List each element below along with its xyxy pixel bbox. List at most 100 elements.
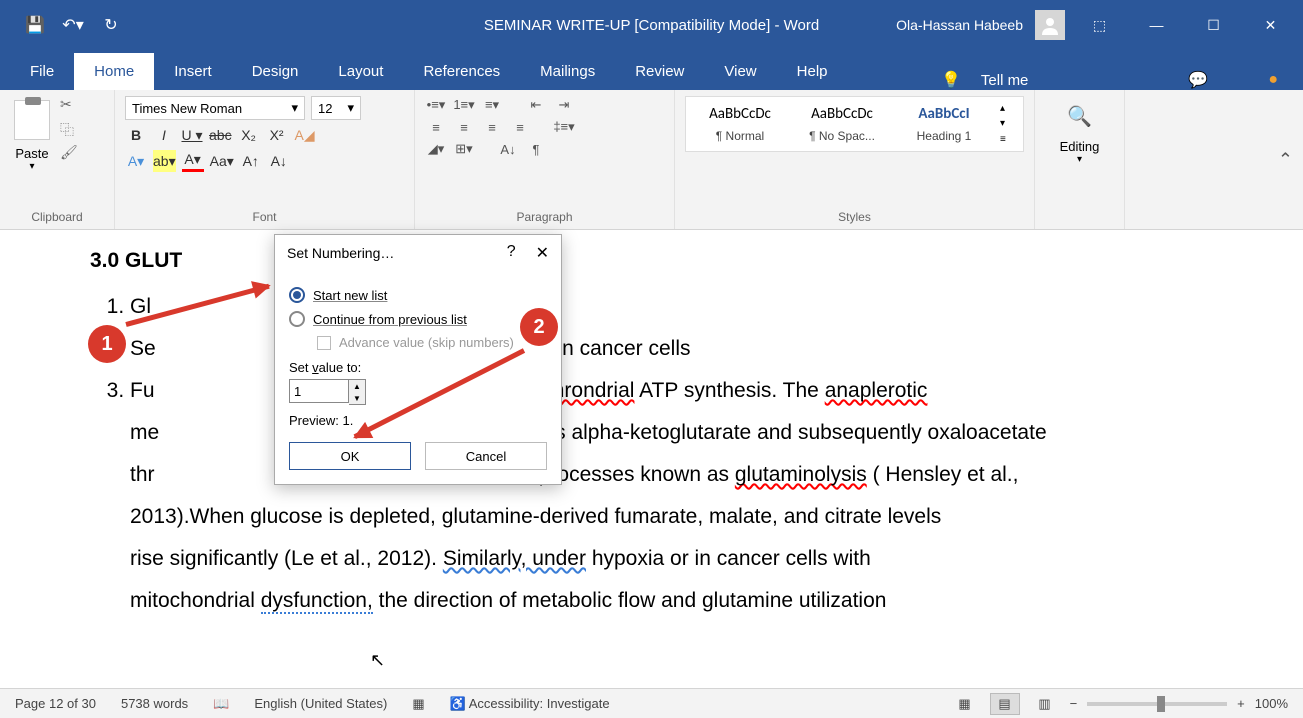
maximize-icon[interactable]: ☐ (1191, 10, 1236, 40)
sort-button[interactable]: A↓ (497, 140, 519, 158)
tab-layout[interactable]: Layout (318, 53, 403, 90)
value-input[interactable] (289, 379, 349, 403)
font-color-icon[interactable]: A▾ (182, 150, 204, 172)
zoom-in-button[interactable]: + (1237, 696, 1245, 711)
dialog-close-icon[interactable]: ✕ (536, 243, 549, 263)
close-icon[interactable]: ✕ (1248, 10, 1293, 40)
bullets-button[interactable]: •≡▾ (425, 96, 447, 114)
ok-button[interactable]: OK (289, 442, 411, 470)
align-right-button[interactable]: ≡ (481, 118, 503, 136)
paste-button[interactable]: Paste ▾ (10, 96, 54, 176)
shading-button[interactable]: ◢▾ (425, 140, 447, 158)
strikethrough-button[interactable]: abc (209, 124, 232, 146)
print-layout-icon[interactable]: ▤ (990, 693, 1020, 715)
macro-icon[interactable]: ▦ (412, 696, 424, 712)
copy-icon[interactable]: ⿻ (60, 120, 78, 138)
cut-icon[interactable]: ✂ (60, 96, 78, 114)
show-marks-button[interactable]: ¶ (525, 140, 547, 158)
redo-icon[interactable]: ↻ (101, 15, 121, 35)
undo-icon[interactable]: ↶▾ (63, 15, 83, 35)
styles-group-label: Styles (685, 210, 1024, 227)
tab-review[interactable]: Review (615, 53, 704, 90)
title-bar: 💾 ↶▾ ↻ SEMINAR WRITE-UP [Compatibility M… (0, 0, 1303, 50)
text-effects-icon[interactable]: A▾ (125, 150, 147, 172)
styles-up-icon[interactable]: ▴ (1000, 103, 1006, 114)
word-count[interactable]: 5738 words (121, 696, 188, 711)
tell-me-input[interactable]: Tell me (981, 72, 1029, 89)
subscript-button[interactable]: X₂ (238, 124, 260, 146)
cancel-button[interactable]: Cancel (425, 442, 547, 470)
justify-button[interactable]: ≡ (509, 118, 531, 136)
ribbon-tabs: File Home Insert Design Layout Reference… (0, 50, 1303, 90)
language-indicator[interactable]: English (United States) (254, 696, 387, 711)
user-avatar-icon[interactable] (1035, 10, 1065, 40)
document-title: SEMINAR WRITE-UP [Compatibility Mode] - … (484, 17, 819, 34)
font-name-combo[interactable]: Times New Roman▾ (125, 96, 305, 120)
change-case-button[interactable]: Aa▾ (210, 150, 234, 172)
accessibility-indicator[interactable]: ♿ Accessibility: Investigate (450, 696, 610, 712)
callout-1: 1 (88, 325, 126, 363)
radio-icon (289, 287, 305, 303)
numbering-button[interactable]: 1≡▾ (453, 96, 475, 114)
web-layout-icon[interactable]: ▥ (1030, 693, 1060, 715)
dialog-help-icon[interactable]: ? (507, 243, 516, 263)
document-area[interactable]: 3.0 GLUT Gl_____________________________… (0, 230, 1303, 688)
tab-design[interactable]: Design (232, 53, 319, 90)
read-mode-icon[interactable]: ▦ (950, 693, 980, 715)
style-normal[interactable]: AaBbCcDc ¶ Normal (690, 101, 790, 147)
clear-format-icon[interactable]: A◢ (294, 124, 316, 146)
page-indicator[interactable]: Page 12 of 30 (15, 696, 96, 711)
style-heading1[interactable]: AaBbCcI Heading 1 (894, 101, 994, 147)
save-icon[interactable]: 💾 (25, 15, 45, 35)
user-name: Ola-Hassan Habeeb (896, 17, 1023, 33)
tab-mailings[interactable]: Mailings (520, 53, 615, 90)
set-numbering-dialog: Set Numbering… ? ✕ Start new list Contin… (274, 234, 562, 485)
tab-help[interactable]: Help (777, 53, 848, 90)
zoom-level[interactable]: 100% (1255, 696, 1288, 711)
callout-2: 2 (520, 308, 558, 346)
set-value-label: Set value to: (289, 360, 547, 375)
tab-file[interactable]: File (10, 53, 74, 90)
align-center-button[interactable]: ≡ (453, 118, 475, 136)
styles-down-icon[interactable]: ▾ (1000, 118, 1006, 129)
tab-home[interactable]: Home (74, 53, 154, 90)
mouse-cursor-icon: ↖ (370, 650, 385, 671)
zoom-slider[interactable] (1087, 702, 1227, 706)
radio-start-new[interactable]: Start new list (289, 287, 547, 303)
zoom-out-button[interactable]: − (1070, 696, 1078, 711)
highlight-icon[interactable]: ab▾ (153, 150, 176, 172)
align-left-button[interactable]: ≡ (425, 118, 447, 136)
minimize-icon[interactable]: — (1134, 10, 1179, 40)
grow-font-button[interactable]: A↑ (240, 150, 262, 172)
radio-continue[interactable]: Continue from previous list (289, 311, 547, 327)
increase-indent-button[interactable]: ⇥ (553, 96, 575, 114)
editing-button[interactable]: 🔍 Editing ▾ (1045, 96, 1114, 173)
spinner-down-icon[interactable]: ▼ (349, 392, 365, 404)
comments-icon[interactable]: 💬 (1188, 70, 1208, 90)
collapse-ribbon-icon[interactable]: ⌃ (1278, 149, 1293, 170)
format-painter-icon[interactable]: 🖌 (60, 144, 78, 162)
decrease-indent-button[interactable]: ⇤ (525, 96, 547, 114)
lightbulb-icon: 💡 (941, 70, 961, 90)
underline-button[interactable]: U ▾ (181, 124, 203, 146)
ribbon-display-icon[interactable]: ⬚ (1077, 10, 1122, 40)
spinner-up-icon[interactable]: ▲ (349, 380, 365, 392)
radio-icon (289, 311, 305, 327)
style-nospacing[interactable]: AaBbCcDc ¶ No Spac... (792, 101, 892, 147)
styles-more-icon[interactable]: ≡ (1000, 134, 1006, 145)
multilevel-button[interactable]: ≡▾ (481, 96, 503, 114)
tab-references[interactable]: References (403, 53, 520, 90)
line-spacing-button[interactable]: ‡≡▾ (553, 118, 575, 136)
tab-insert[interactable]: Insert (154, 53, 232, 90)
superscript-button[interactable]: X² (266, 124, 288, 146)
borders-button[interactable]: ⊞▾ (453, 140, 475, 158)
tab-view[interactable]: View (704, 53, 776, 90)
font-size-combo[interactable]: 12▾ (311, 96, 361, 120)
checkbox-advance: Advance value (skip numbers) (317, 335, 547, 350)
shrink-font-button[interactable]: A↓ (268, 150, 290, 172)
bold-button[interactable]: B (125, 124, 147, 146)
italic-button[interactable]: I (153, 124, 175, 146)
font-group-label: Font (125, 210, 404, 227)
spell-check-icon[interactable]: 📖 (213, 696, 229, 712)
styles-gallery[interactable]: AaBbCcDc ¶ Normal AaBbCcDc ¶ No Spac... … (685, 96, 1024, 152)
